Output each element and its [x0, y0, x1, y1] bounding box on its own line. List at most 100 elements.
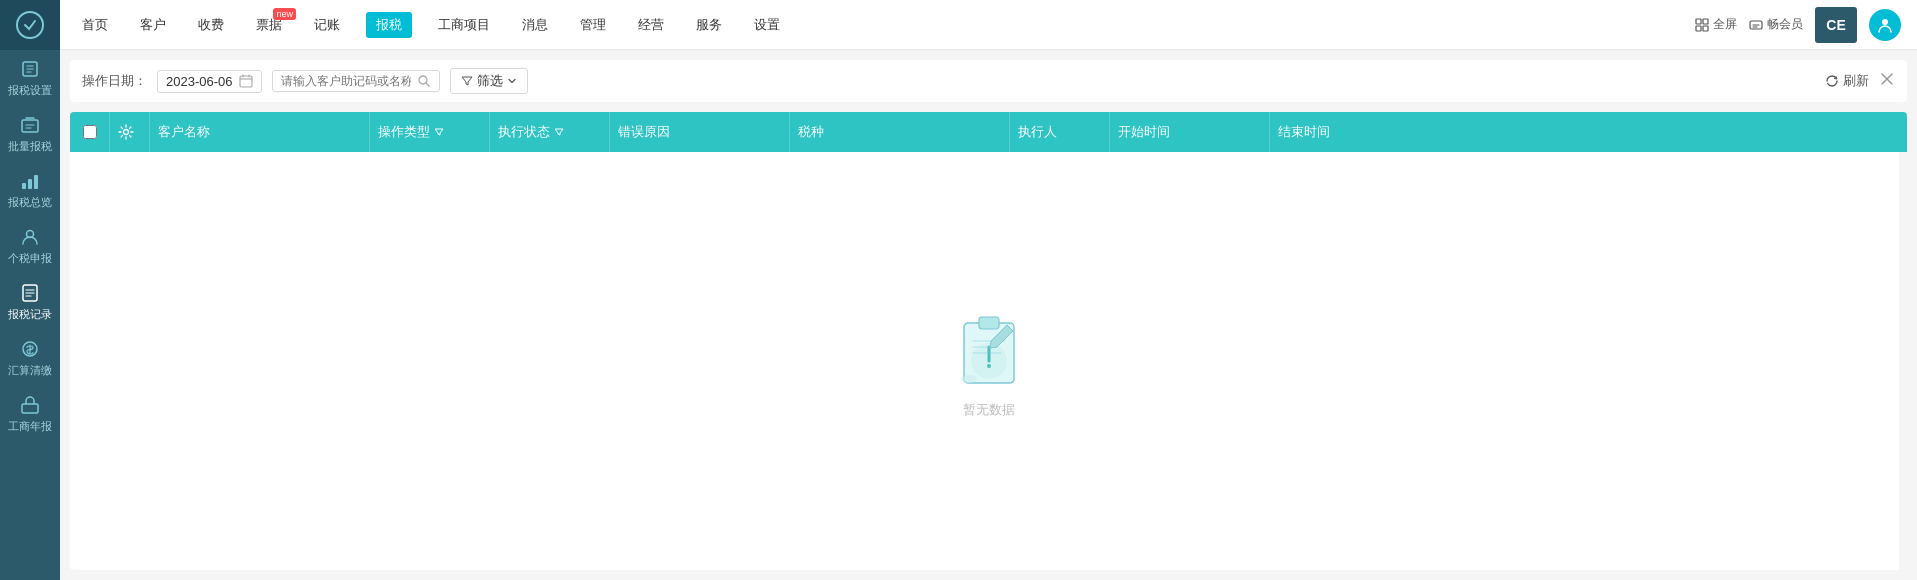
- tax-overview-icon: [19, 170, 41, 192]
- new-badge: new: [273, 8, 296, 21]
- svg-point-15: [1882, 19, 1888, 25]
- nav-home[interactable]: 首页: [76, 12, 114, 38]
- tax-record-icon: [19, 282, 41, 304]
- sidebar-label-batch-tax: 批量报税: [8, 139, 52, 154]
- content: 操作日期： 2023-06-06 筛选: [60, 50, 1917, 580]
- search-icon: [417, 74, 431, 88]
- sidebar-item-annual-report[interactable]: 工商年报: [0, 386, 60, 442]
- th-executor: 执行人: [1010, 112, 1110, 152]
- ce-badge: CE: [1815, 7, 1857, 43]
- avatar[interactable]: [1869, 9, 1901, 41]
- main-area: 首页 客户 收费 票据 new 记账 报税 工商项目 消息 管理 经营 服务 设…: [60, 0, 1917, 580]
- svg-rect-13: [1703, 26, 1708, 31]
- settings-icon: [118, 124, 134, 140]
- select-all-checkbox[interactable]: [83, 125, 97, 139]
- table-body: 暂无数据: [70, 152, 1907, 570]
- sidebar-label-personal-tax: 个税申报: [8, 251, 52, 266]
- svg-point-0: [17, 12, 43, 38]
- th-end-time: 结束时间: [1270, 112, 1410, 152]
- sidebar-item-personal-tax[interactable]: 个税申报: [0, 218, 60, 274]
- chevron-down-icon: [507, 76, 517, 86]
- th-settings[interactable]: [110, 112, 150, 152]
- th-op-type: 操作类型: [370, 112, 490, 152]
- sidebar-logo: [0, 0, 60, 50]
- table-container: 客户名称 操作类型 执行状态 错误原因: [70, 112, 1907, 570]
- batch-tax-icon: [19, 114, 41, 136]
- member-btn[interactable]: 畅会员: [1749, 16, 1803, 33]
- tax-settings-icon: [19, 58, 41, 80]
- nav-business[interactable]: 工商项目: [432, 12, 496, 38]
- svg-rect-3: [22, 183, 26, 189]
- topnav-right: 全屏 畅会员 CE: [1695, 7, 1901, 43]
- sidebar-item-tax-settings[interactable]: 报税设置: [0, 50, 60, 106]
- nav-settings[interactable]: 设置: [748, 12, 786, 38]
- empty-state: 暂无数据: [949, 303, 1029, 419]
- nav-customer[interactable]: 客户: [134, 12, 172, 38]
- svg-point-22: [987, 364, 991, 368]
- personal-tax-icon: [19, 226, 41, 248]
- th-checkbox[interactable]: [70, 112, 110, 152]
- fullscreen-btn[interactable]: 全屏: [1695, 16, 1737, 33]
- nav-service[interactable]: 服务: [690, 12, 728, 38]
- nav-billing[interactable]: 收费: [192, 12, 230, 38]
- svg-rect-9: [22, 404, 38, 413]
- sidebar-label-tax-overview: 报税总览: [8, 195, 52, 210]
- sidebar-item-remit-tax[interactable]: 汇算清缴: [0, 330, 60, 386]
- table-header: 客户名称 操作类型 执行状态 错误原因: [70, 112, 1907, 152]
- svg-rect-4: [28, 179, 32, 189]
- search-wrap[interactable]: [272, 70, 440, 92]
- topnav: 首页 客户 收费 票据 new 记账 报税 工商项目 消息 管理 经营 服务 设…: [60, 0, 1917, 50]
- nav-manage[interactable]: 管理: [574, 12, 612, 38]
- th-customer-name: 客户名称: [150, 112, 370, 152]
- annual-report-icon: [19, 394, 41, 416]
- calendar-icon: [239, 74, 253, 88]
- nav-accounting[interactable]: 记账: [308, 12, 346, 38]
- user-icon: [1875, 15, 1895, 35]
- member-icon: [1749, 18, 1763, 32]
- fullscreen-icon: [1695, 18, 1709, 32]
- th-tax-type: 税种: [790, 112, 1010, 152]
- toolbar: 操作日期： 2023-06-06 筛选: [70, 60, 1907, 102]
- search-input[interactable]: [281, 74, 411, 88]
- date-label: 操作日期：: [82, 72, 147, 90]
- nav-operation[interactable]: 经营: [632, 12, 670, 38]
- svg-rect-20: [979, 317, 999, 329]
- filter-label: 筛选: [477, 72, 503, 90]
- date-value: 2023-06-06: [166, 74, 233, 89]
- exec-status-filter-icon[interactable]: [554, 127, 564, 137]
- svg-rect-12: [1696, 26, 1701, 31]
- filter-icon: [461, 75, 473, 87]
- empty-text: 暂无数据: [963, 401, 1015, 419]
- sidebar-label-tax-record: 报税记录: [8, 307, 52, 322]
- th-exec-status: 执行状态: [490, 112, 610, 152]
- sidebar-label-tax-settings: 报税设置: [8, 83, 52, 98]
- svg-rect-5: [34, 175, 38, 189]
- sidebar-label-annual-report: 工商年报: [8, 419, 52, 434]
- refresh-label: 刷新: [1843, 72, 1869, 90]
- filter-button[interactable]: 筛选: [450, 68, 528, 94]
- sidebar-item-tax-record[interactable]: 报税记录: [0, 274, 60, 330]
- svg-rect-16: [240, 76, 252, 87]
- svg-point-23: [961, 375, 977, 383]
- th-start-time: 开始时间: [1110, 112, 1270, 152]
- sidebar-item-batch-tax[interactable]: 批量报税: [0, 106, 60, 162]
- th-error-reason: 错误原因: [610, 112, 790, 152]
- svg-rect-10: [1696, 19, 1701, 24]
- op-type-filter-icon[interactable]: [434, 127, 444, 137]
- empty-illustration: [949, 303, 1029, 393]
- date-input[interactable]: 2023-06-06: [157, 70, 262, 93]
- sidebar-label-remit-tax: 汇算清缴: [8, 363, 52, 378]
- svg-rect-2: [22, 120, 38, 132]
- close-icon: [1879, 71, 1895, 87]
- scrollbar-track[interactable]: [1899, 152, 1907, 570]
- svg-rect-11: [1703, 19, 1708, 24]
- close-button[interactable]: [1879, 71, 1895, 91]
- nav-tax[interactable]: 报税: [366, 12, 412, 38]
- refresh-button[interactable]: 刷新: [1825, 72, 1869, 90]
- svg-point-18: [124, 130, 129, 135]
- sidebar: 报税设置 批量报税 报税总览 个税申报: [0, 0, 60, 580]
- sidebar-item-tax-overview[interactable]: 报税总览: [0, 162, 60, 218]
- nav-message[interactable]: 消息: [516, 12, 554, 38]
- nav-invoice[interactable]: 票据 new: [250, 12, 288, 38]
- refresh-icon: [1825, 74, 1839, 88]
